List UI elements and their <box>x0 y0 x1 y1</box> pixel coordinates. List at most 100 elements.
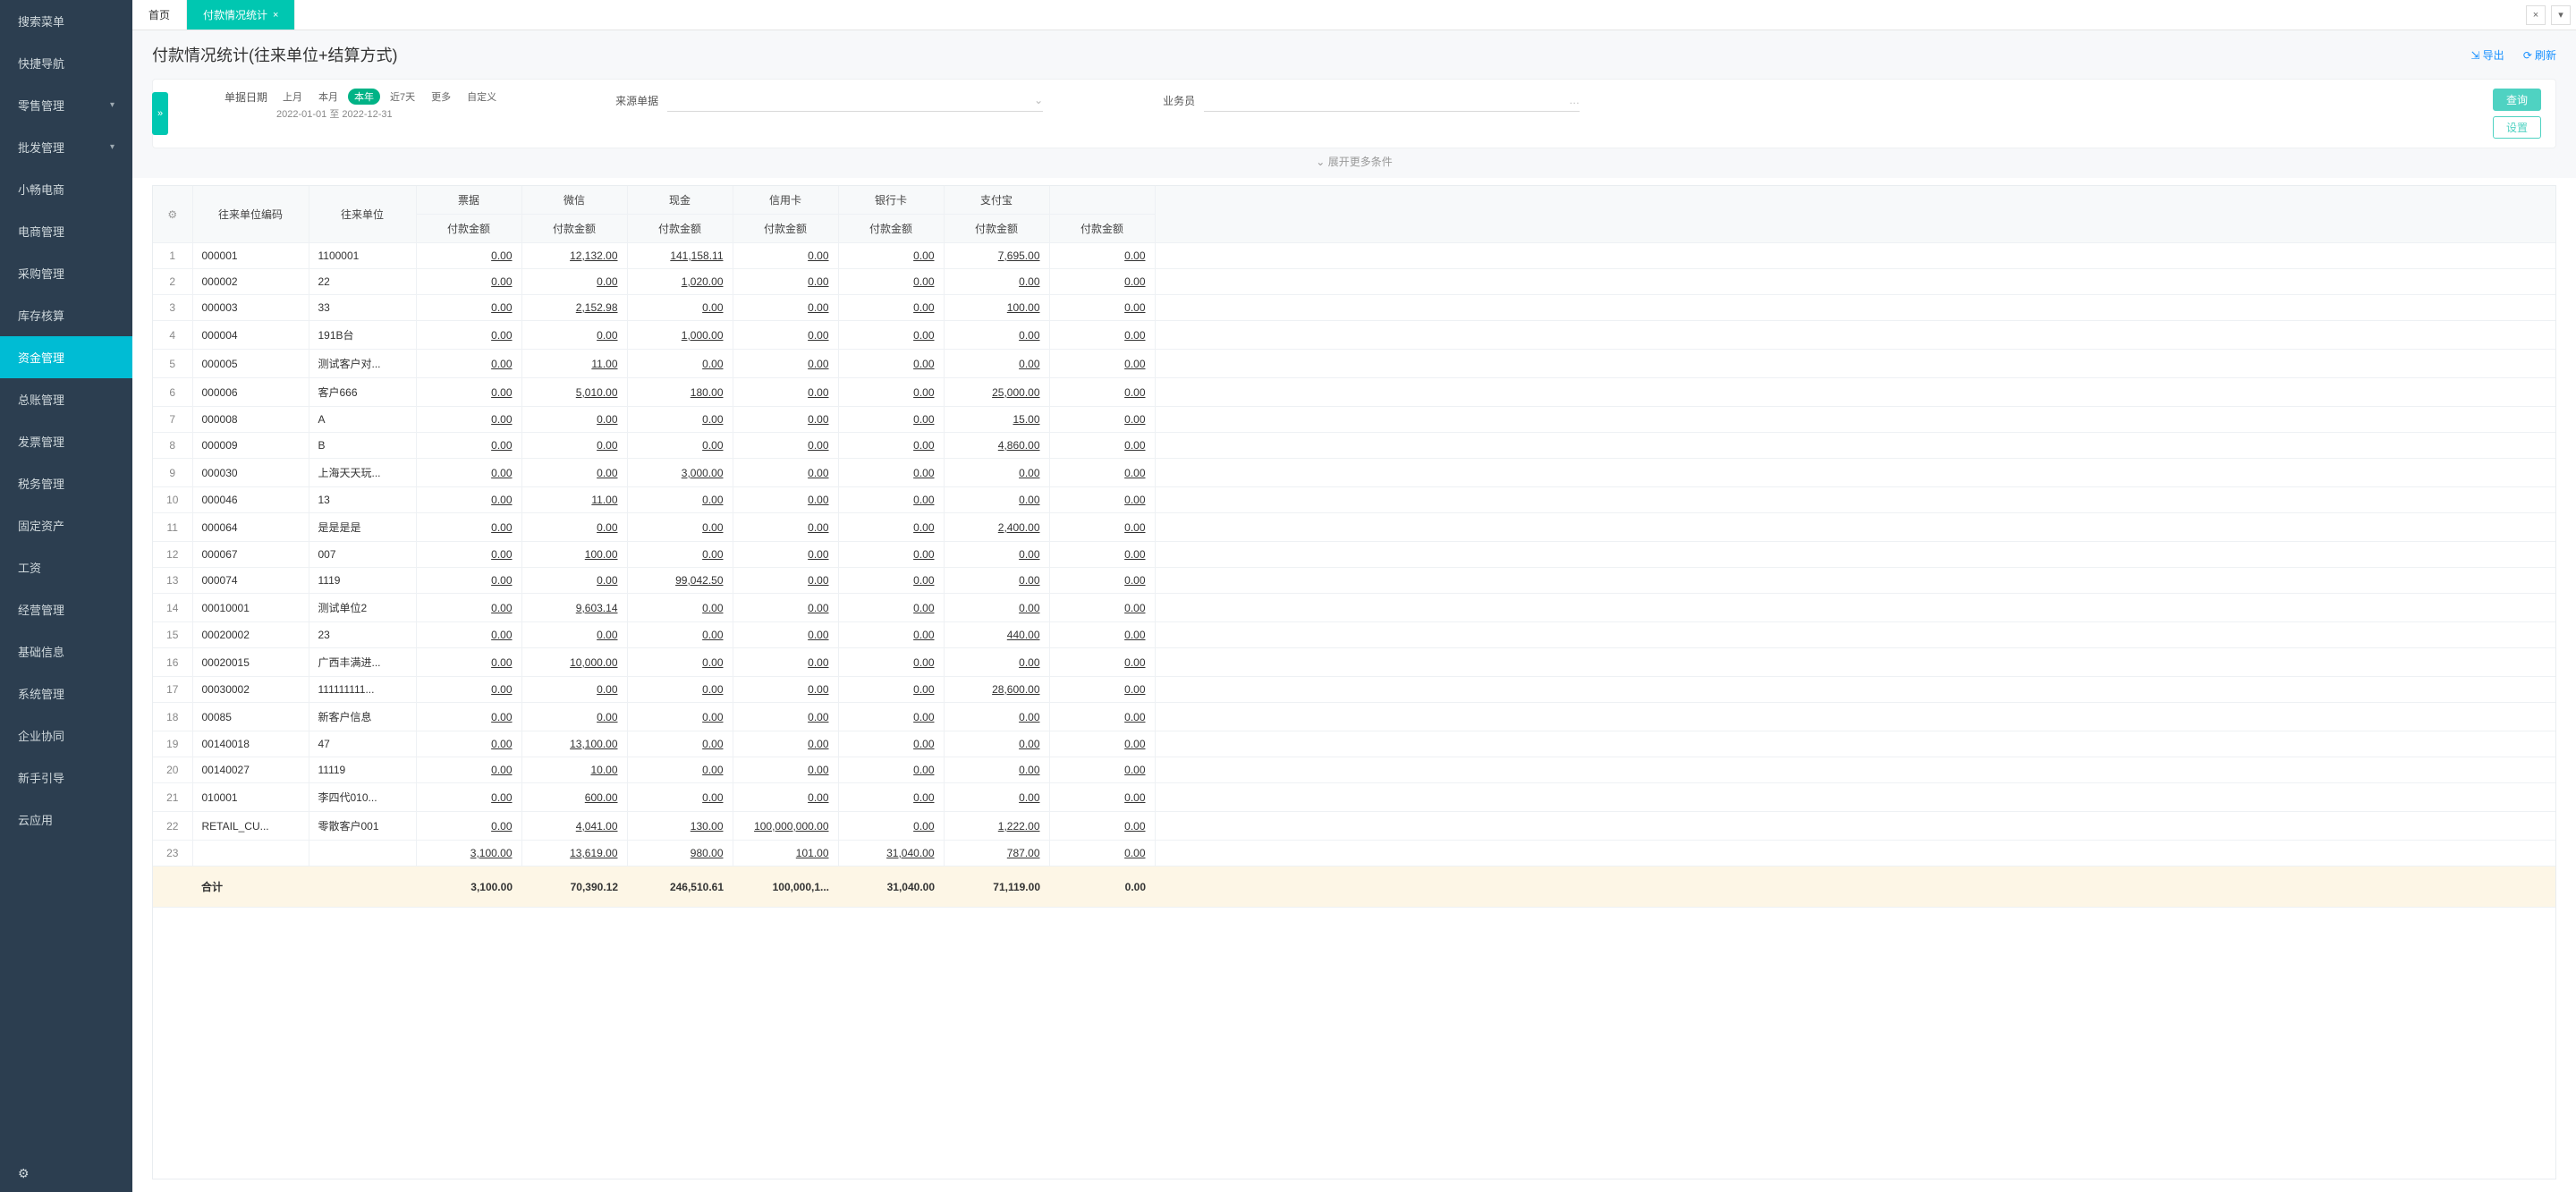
cell-amount[interactable]: 0.00 <box>627 594 733 622</box>
cell-amount[interactable]: 0.00 <box>1049 648 1155 677</box>
cell-amount[interactable]: 0.00 <box>838 378 944 407</box>
sidebar-item-9[interactable]: 总账管理 <box>0 378 132 420</box>
sidebar-item-16[interactable]: 系统管理 <box>0 672 132 714</box>
col-sub-1[interactable]: 付款金额 <box>521 215 627 243</box>
cell-amount[interactable]: 0.00 <box>733 622 838 648</box>
table-row[interactable]: 100000111000010.0012,132.00141,158.110.0… <box>153 243 2555 269</box>
cell-amount[interactable]: 0.00 <box>416 677 521 703</box>
cell-amount[interactable]: 11.00 <box>521 487 627 513</box>
cell-amount[interactable]: 0.00 <box>1049 594 1155 622</box>
cell-amount[interactable]: 0.00 <box>733 269 838 295</box>
cell-amount[interactable]: 0.00 <box>838 731 944 757</box>
cell-amount[interactable]: 0.00 <box>416 243 521 269</box>
cell-amount[interactable]: 0.00 <box>733 407 838 433</box>
cell-amount[interactable]: 0.00 <box>627 350 733 378</box>
cell-amount[interactable]: 0.00 <box>1049 622 1155 648</box>
table-row[interactable]: 5000005测试客户对...0.0011.000.000.000.000.00… <box>153 350 2555 378</box>
table-row[interactable]: 22RETAIL_CU...零散客户0010.004,041.00130.001… <box>153 812 2555 841</box>
col-group-3[interactable]: 信用卡 <box>733 186 838 215</box>
table-row[interactable]: 1400010001测试单位20.009,603.140.000.000.000… <box>153 594 2555 622</box>
cell-amount[interactable]: 0.00 <box>838 433 944 459</box>
cell-amount[interactable]: 0.00 <box>627 295 733 321</box>
tab-close-all-button[interactable]: × <box>2526 5 2546 25</box>
col-sub-3[interactable]: 付款金额 <box>733 215 838 243</box>
cell-amount[interactable]: 0.00 <box>944 568 1049 594</box>
table-row[interactable]: 3000003330.002,152.980.000.000.00100.000… <box>153 295 2555 321</box>
sidebar-item-7[interactable]: 库存核算 <box>0 294 132 336</box>
cell-amount[interactable]: 0.00 <box>838 648 944 677</box>
cell-amount[interactable]: 600.00 <box>521 783 627 812</box>
cell-amount[interactable]: 4,041.00 <box>521 812 627 841</box>
cell-amount[interactable]: 0.00 <box>416 350 521 378</box>
table-row[interactable]: 120000670070.00100.000.000.000.000.000.0… <box>153 542 2555 568</box>
cell-amount[interactable]: 0.00 <box>944 459 1049 487</box>
cell-amount[interactable]: 0.00 <box>521 321 627 350</box>
col-sub-0[interactable]: 付款金额 <box>416 215 521 243</box>
sidebar-item-11[interactable]: 税务管理 <box>0 462 132 504</box>
cell-amount[interactable]: 0.00 <box>416 731 521 757</box>
cell-amount[interactable]: 0.00 <box>627 677 733 703</box>
cell-amount[interactable]: 0.00 <box>838 703 944 731</box>
cell-amount[interactable]: 0.00 <box>521 703 627 731</box>
cell-amount[interactable]: 0.00 <box>838 568 944 594</box>
table-row[interactable]: 21010001李四代010...0.00600.000.000.000.000… <box>153 783 2555 812</box>
table-row[interactable]: 2000002220.000.001,020.000.000.000.000.0… <box>153 269 2555 295</box>
cell-amount[interactable]: 100,000,000.00 <box>733 812 838 841</box>
cell-amount[interactable]: 9,603.14 <box>521 594 627 622</box>
sidebar-item-17[interactable]: 企业协同 <box>0 714 132 757</box>
quick-date-近7天[interactable]: 近7天 <box>384 89 421 105</box>
cell-amount[interactable]: 11.00 <box>521 350 627 378</box>
cell-amount[interactable]: 31,040.00 <box>838 841 944 867</box>
cell-amount[interactable]: 0.00 <box>733 677 838 703</box>
cell-amount[interactable]: 0.00 <box>1049 757 1155 783</box>
col-sub-2[interactable]: 付款金额 <box>627 215 733 243</box>
table-row[interactable]: 10000046130.0011.000.000.000.000.000.00 <box>153 487 2555 513</box>
tab-payment-stats[interactable]: 付款情况统计 × <box>187 0 295 30</box>
cell-amount[interactable]: 0.00 <box>416 378 521 407</box>
cell-amount[interactable]: 0.00 <box>521 622 627 648</box>
sidebar-item-15[interactable]: 基础信息 <box>0 630 132 672</box>
cell-amount[interactable]: 0.00 <box>1049 703 1155 731</box>
cell-amount[interactable]: 0.00 <box>416 812 521 841</box>
cell-amount[interactable]: 0.00 <box>1049 350 1155 378</box>
cell-amount[interactable]: 0.00 <box>627 407 733 433</box>
salesman-select[interactable]: … <box>1204 89 1580 112</box>
cell-amount[interactable]: 0.00 <box>416 459 521 487</box>
table-row[interactable]: 2000140027111190.0010.000.000.000.000.00… <box>153 757 2555 783</box>
sidebar-item-6[interactable]: 采购管理 <box>0 252 132 294</box>
cell-amount[interactable]: 0.00 <box>1049 568 1155 594</box>
cell-amount[interactable]: 0.00 <box>733 295 838 321</box>
cell-amount[interactable]: 0.00 <box>733 783 838 812</box>
sidebar-item-1[interactable]: 快捷导航 <box>0 42 132 84</box>
cell-amount[interactable]: 0.00 <box>1049 731 1155 757</box>
cell-amount[interactable]: 0.00 <box>733 757 838 783</box>
col-group-5[interactable]: 支付宝 <box>944 186 1049 215</box>
cell-amount[interactable]: 25,000.00 <box>944 378 1049 407</box>
cell-amount[interactable]: 4,860.00 <box>944 433 1049 459</box>
tab-dropdown-button[interactable]: ▾ <box>2551 5 2571 25</box>
cell-amount[interactable]: 0.00 <box>416 487 521 513</box>
quick-date-自定义[interactable]: 自定义 <box>461 89 503 105</box>
cell-amount[interactable]: 0.00 <box>838 812 944 841</box>
cell-amount[interactable]: 13,100.00 <box>521 731 627 757</box>
sidebar-item-14[interactable]: 经营管理 <box>0 588 132 630</box>
cell-amount[interactable]: 0.00 <box>838 459 944 487</box>
cell-amount[interactable]: 0.00 <box>521 459 627 487</box>
cell-amount[interactable]: 0.00 <box>521 513 627 542</box>
sidebar-item-2[interactable]: 零售管理▾ <box>0 84 132 126</box>
cell-amount[interactable]: 0.00 <box>1049 487 1155 513</box>
cell-amount[interactable]: 0.00 <box>733 568 838 594</box>
cell-amount[interactable]: 0.00 <box>733 542 838 568</box>
cell-amount[interactable]: 28,600.00 <box>944 677 1049 703</box>
cell-amount[interactable]: 0.00 <box>416 513 521 542</box>
cell-amount[interactable]: 0.00 <box>944 648 1049 677</box>
cell-amount[interactable]: 0.00 <box>733 731 838 757</box>
cell-amount[interactable]: 180.00 <box>627 378 733 407</box>
expand-filters-link[interactable]: 展开更多条件 <box>1316 156 1392 168</box>
cell-amount[interactable]: 0.00 <box>416 295 521 321</box>
col-sub-6[interactable]: 付款金额 <box>1049 215 1155 243</box>
sidebar-item-19[interactable]: 云应用 <box>0 799 132 841</box>
table-row[interactable]: 1800085新客户信息0.000.000.000.000.000.000.00 <box>153 703 2555 731</box>
cell-amount[interactable]: 0.00 <box>733 433 838 459</box>
cell-amount[interactable]: 15.00 <box>944 407 1049 433</box>
